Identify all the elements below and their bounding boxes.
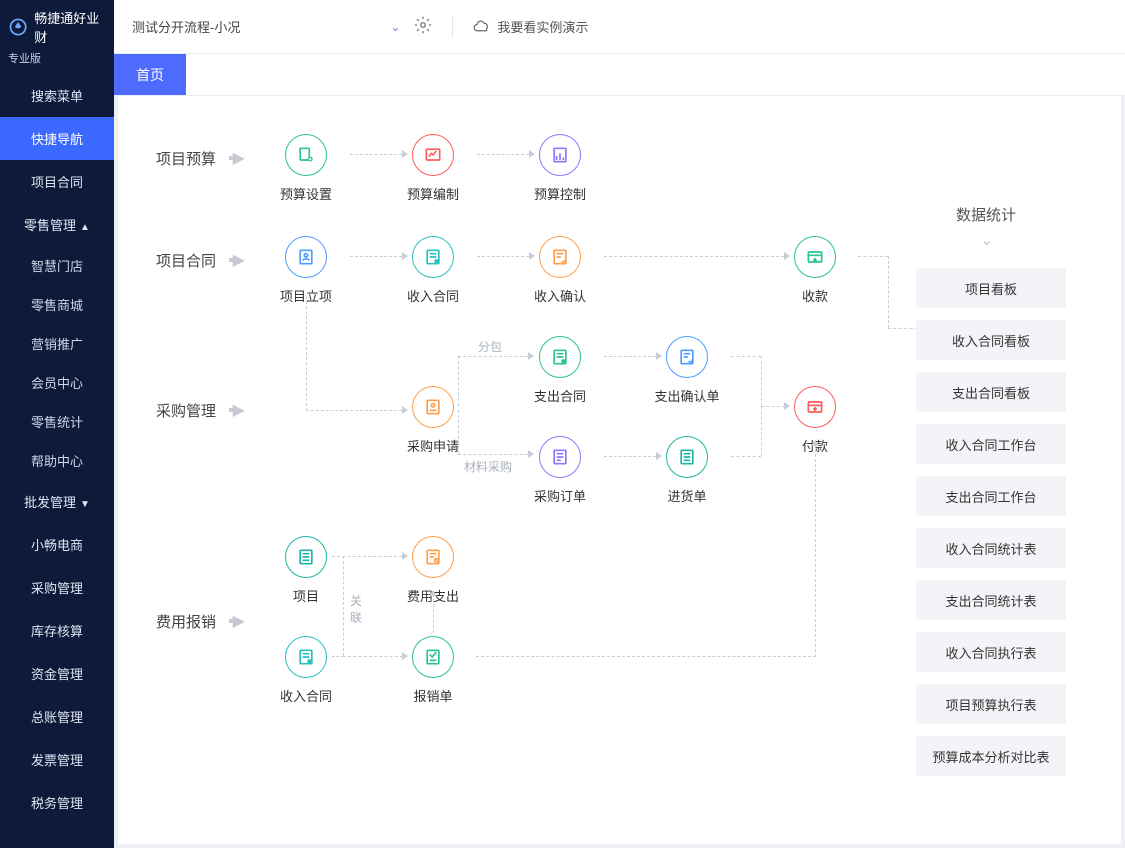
sidebar-item-quicknav[interactable]: 快捷导航 (0, 117, 114, 160)
chevron-down-icon: ⌄ (980, 230, 993, 250)
caret-up-icon: ▲ (80, 222, 90, 233)
node-proj[interactable]: 项目 (266, 536, 346, 605)
org-selector[interactable]: 测试分开流程-小况 ⌄ (132, 17, 400, 36)
row-contract-label: 项目合同 (156, 250, 216, 271)
sidebar-item-ledger[interactable]: 总账管理 (0, 695, 114, 738)
divider (452, 16, 453, 38)
node-income-contract-2[interactable]: 收入合同 (266, 636, 346, 705)
btn-income-exec[interactable]: 收入合同执行表 (916, 632, 1066, 672)
relation-label: 关 联 (350, 592, 362, 626)
sidebar-item-inventory[interactable]: 库存核算 (0, 609, 114, 652)
sidebar-sub-retail-mall[interactable]: 零售商城 (0, 285, 114, 324)
sidebar-item-retail[interactable]: 零售管理▲ (0, 203, 114, 246)
arrow-icon: ▪▶ (228, 611, 244, 631)
sidebar-item-search[interactable]: 搜索菜单 (0, 74, 114, 117)
caret-down-icon: ▼ (80, 499, 90, 510)
arrow-icon: ▪▶ (228, 250, 244, 270)
tabbar: 首页 (114, 54, 1125, 96)
org-selector-text: 测试分开流程-小况 (132, 17, 240, 36)
sidebar-item-funds[interactable]: 资金管理 (0, 652, 114, 695)
chevron-down-icon: ⌄ (390, 20, 400, 34)
sidebar-item-project-contract[interactable]: 项目合同 (0, 160, 114, 203)
topbar: 测试分开流程-小况 ⌄ 我要看实例演示 (114, 0, 1125, 54)
row-procure-label: 采购管理 (156, 400, 216, 421)
node-expense-confirm[interactable]: 支出确认单 (647, 336, 727, 405)
sidebar-sub-marketing[interactable]: 营销推广 (0, 324, 114, 363)
node-income-contract[interactable]: 收入合同 (393, 236, 473, 305)
btn-budget-exec[interactable]: 项目预算执行表 (916, 684, 1066, 724)
tab-home[interactable]: 首页 (114, 54, 186, 95)
btn-expense-board[interactable]: 支出合同看板 (916, 372, 1066, 412)
sidebar-sub-retail-stats[interactable]: 零售统计 (0, 402, 114, 441)
right-title: 数据统计 (956, 204, 1016, 225)
sidebar-sub-help[interactable]: 帮助中心 (0, 441, 114, 480)
node-budget-ctrl[interactable]: 预算控制 (520, 134, 600, 203)
row-budget-label: 项目预算 (156, 148, 216, 169)
row-expense-label: 费用报销 (156, 611, 216, 632)
node-proj-create[interactable]: 项目立项 (266, 236, 346, 305)
node-procure-order[interactable]: 采购订单 (520, 436, 600, 505)
btn-project-board[interactable]: 项目看板 (916, 268, 1066, 308)
material-label: 材料采购 (464, 458, 512, 475)
node-budget-make[interactable]: 预算编制 (393, 134, 473, 203)
btn-expense-workbench[interactable]: 支出合同工作台 (916, 476, 1066, 516)
sidebar-item-wholesale[interactable]: 批发管理▼ (0, 480, 114, 523)
arrow-icon: ▪▶ (228, 400, 244, 420)
demo-text: 我要看实例演示 (497, 17, 588, 36)
flow-canvas: 项目预算 ▪▶ 项目合同 ▪▶ 采购管理 ▪▶ 费用报销 ▪▶ 预算设置 预算编… (118, 96, 1121, 844)
btn-income-stats[interactable]: 收入合同统计表 (916, 528, 1066, 568)
node-income-confirm[interactable]: 收入确认 (520, 236, 600, 305)
arrow-icon: ▪▶ (228, 148, 244, 168)
node-expense-contract[interactable]: 支出合同 (520, 336, 600, 405)
demo-link[interactable]: 我要看实例演示 (473, 17, 588, 36)
node-budget-setup[interactable]: 预算设置 (266, 134, 346, 203)
node-procure-apply[interactable]: 采购申请 (393, 386, 473, 455)
node-goods-in[interactable]: 进货单 (647, 436, 727, 505)
btn-income-workbench[interactable]: 收入合同工作台 (916, 424, 1066, 464)
brand-name: 畅捷通好业财 (34, 8, 106, 46)
subcontract-label: 分包 (478, 338, 502, 355)
sidebar-item-procure[interactable]: 采购管理 (0, 566, 114, 609)
btn-budget-cost-compare[interactable]: 预算成本分析对比表 (916, 736, 1066, 776)
brand-logo: 畅捷通好业财 (0, 0, 114, 50)
node-reimburse[interactable]: 报销单 (393, 636, 473, 705)
sidebar-item-tax[interactable]: 税务管理 (0, 781, 114, 824)
btn-income-board[interactable]: 收入合同看板 (916, 320, 1066, 360)
sidebar: 畅捷通好业财 专业版 搜索菜单 快捷导航 项目合同 零售管理▲ 智慧门店 零售商… (0, 0, 114, 848)
brand-edition: 专业版 (0, 50, 114, 74)
sidebar-item-xiaochang[interactable]: 小畅电商 (0, 523, 114, 566)
sidebar-sub-member[interactable]: 会员中心 (0, 363, 114, 402)
sidebar-sub-smart-store[interactable]: 智慧门店 (0, 246, 114, 285)
sidebar-item-invoice[interactable]: 发票管理 (0, 738, 114, 781)
btn-expense-stats[interactable]: 支出合同统计表 (916, 580, 1066, 620)
cloud-icon (473, 18, 491, 36)
gear-icon[interactable] (414, 16, 432, 37)
node-receive[interactable]: 收款 (775, 236, 855, 305)
